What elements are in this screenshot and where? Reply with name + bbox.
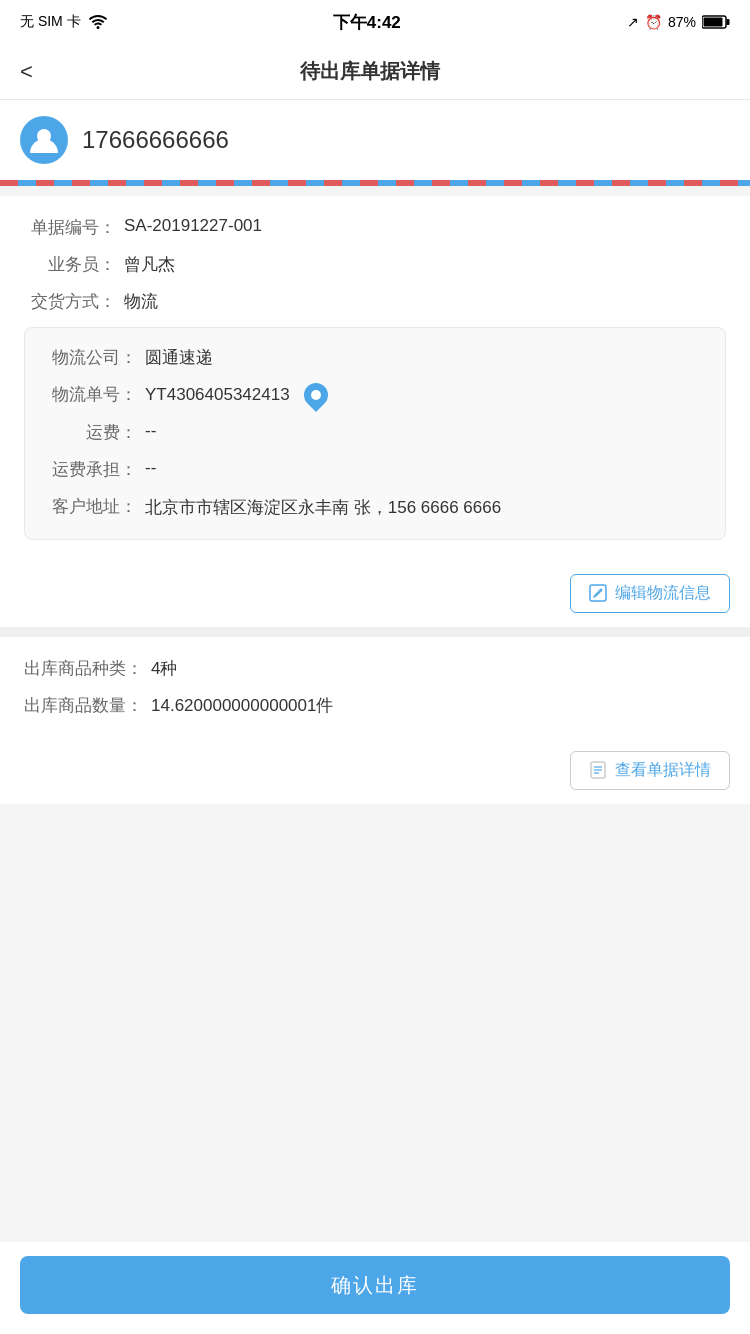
confirm-button[interactable]: 确认出库: [20, 1256, 730, 1314]
stock-types-value: 4种: [151, 657, 177, 680]
user-header: 17666666666: [0, 100, 750, 180]
address-label: 客户地址：: [45, 495, 145, 518]
basic-info-section: 单据编号： SA-20191227-001 业务员： 曾凡杰 交货方式： 物流 …: [0, 196, 750, 560]
document-icon: [589, 761, 607, 779]
freight-label: 运费：: [45, 421, 145, 444]
edit-icon: [589, 584, 607, 602]
order-no-value: SA-20191227-001: [124, 216, 726, 236]
salesman-row: 业务员： 曾凡杰: [24, 253, 726, 276]
nav-bar: < 待出库单据详情: [0, 44, 750, 100]
edit-logistics-section: 编辑物流信息: [0, 560, 750, 627]
freight-value: --: [145, 421, 705, 441]
dashed-divider: [0, 180, 750, 186]
logistics-card: 物流公司： 圆通速递 物流单号： YT4306405342413 运费： -- …: [24, 327, 726, 540]
wifi-icon: [89, 15, 107, 29]
status-right: ↗ ⏰ 87%: [627, 14, 730, 30]
svg-rect-2: [703, 18, 722, 27]
stock-quantity-label: 出库商品数量：: [24, 694, 151, 717]
battery-text: 87%: [668, 14, 696, 30]
status-bar: 无 SIM 卡 下午4:42 ↗ ⏰ 87%: [0, 0, 750, 44]
edit-logistics-button[interactable]: 编辑物流信息: [570, 574, 730, 613]
status-time: 下午4:42: [333, 11, 401, 34]
avatar: [20, 116, 68, 164]
logistics-tracking-label: 物流单号：: [45, 383, 145, 406]
location-pin-icon: [299, 378, 333, 412]
freight-bearer-value: --: [145, 458, 705, 478]
stock-types-label: 出库商品种类：: [24, 657, 151, 680]
order-no-label: 单据编号：: [24, 216, 124, 239]
freight-row: 运费： --: [45, 421, 705, 444]
svg-rect-4: [590, 585, 606, 601]
logistics-company-value: 圆通速递: [145, 346, 705, 369]
delivery-label: 交货方式：: [24, 290, 124, 313]
location-icon: ↗: [627, 14, 639, 30]
address-value: 北京市市辖区海淀区永丰南 张，156 6666 6666: [145, 495, 705, 521]
delivery-value: 物流: [124, 290, 726, 313]
alarm-icon: ⏰: [645, 14, 662, 30]
carrier-text: 无 SIM 卡: [20, 13, 81, 31]
address-row: 客户地址： 北京市市辖区海淀区永丰南 张，156 6666 6666: [45, 495, 705, 521]
delivery-row: 交货方式： 物流: [24, 290, 726, 313]
view-detail-button[interactable]: 查看单据详情: [570, 751, 730, 790]
confirm-section: 确认出库: [0, 1242, 750, 1334]
logistics-tracking-row: 物流单号： YT4306405342413: [45, 383, 705, 407]
svg-rect-1: [726, 19, 729, 25]
user-phone: 17666666666: [82, 126, 229, 154]
salesman-value: 曾凡杰: [124, 253, 726, 276]
logistics-company-label: 物流公司：: [45, 346, 145, 369]
stock-quantity-row: 出库商品数量： 14.620000000000001件: [24, 694, 726, 717]
stock-quantity-value: 14.620000000000001件: [151, 694, 333, 717]
section-divider: [0, 627, 750, 637]
logistics-tracking-value: YT4306405342413: [145, 383, 705, 407]
empty-space: [0, 804, 750, 1004]
logistics-company-row: 物流公司： 圆通速递: [45, 346, 705, 369]
salesman-label: 业务员：: [24, 253, 124, 276]
view-detail-section: 查看单据详情: [0, 737, 750, 804]
freight-bearer-label: 运费承担：: [45, 458, 145, 481]
back-button[interactable]: <: [20, 59, 33, 85]
status-left: 无 SIM 卡: [20, 13, 107, 31]
page-title: 待出库单据详情: [49, 58, 692, 85]
freight-bearer-row: 运费承担： --: [45, 458, 705, 481]
order-no-row: 单据编号： SA-20191227-001: [24, 216, 726, 239]
stock-section: 出库商品种类： 4种 出库商品数量： 14.620000000000001件: [0, 637, 750, 737]
stock-types-row: 出库商品种类： 4种: [24, 657, 726, 680]
battery-icon: [702, 15, 730, 29]
